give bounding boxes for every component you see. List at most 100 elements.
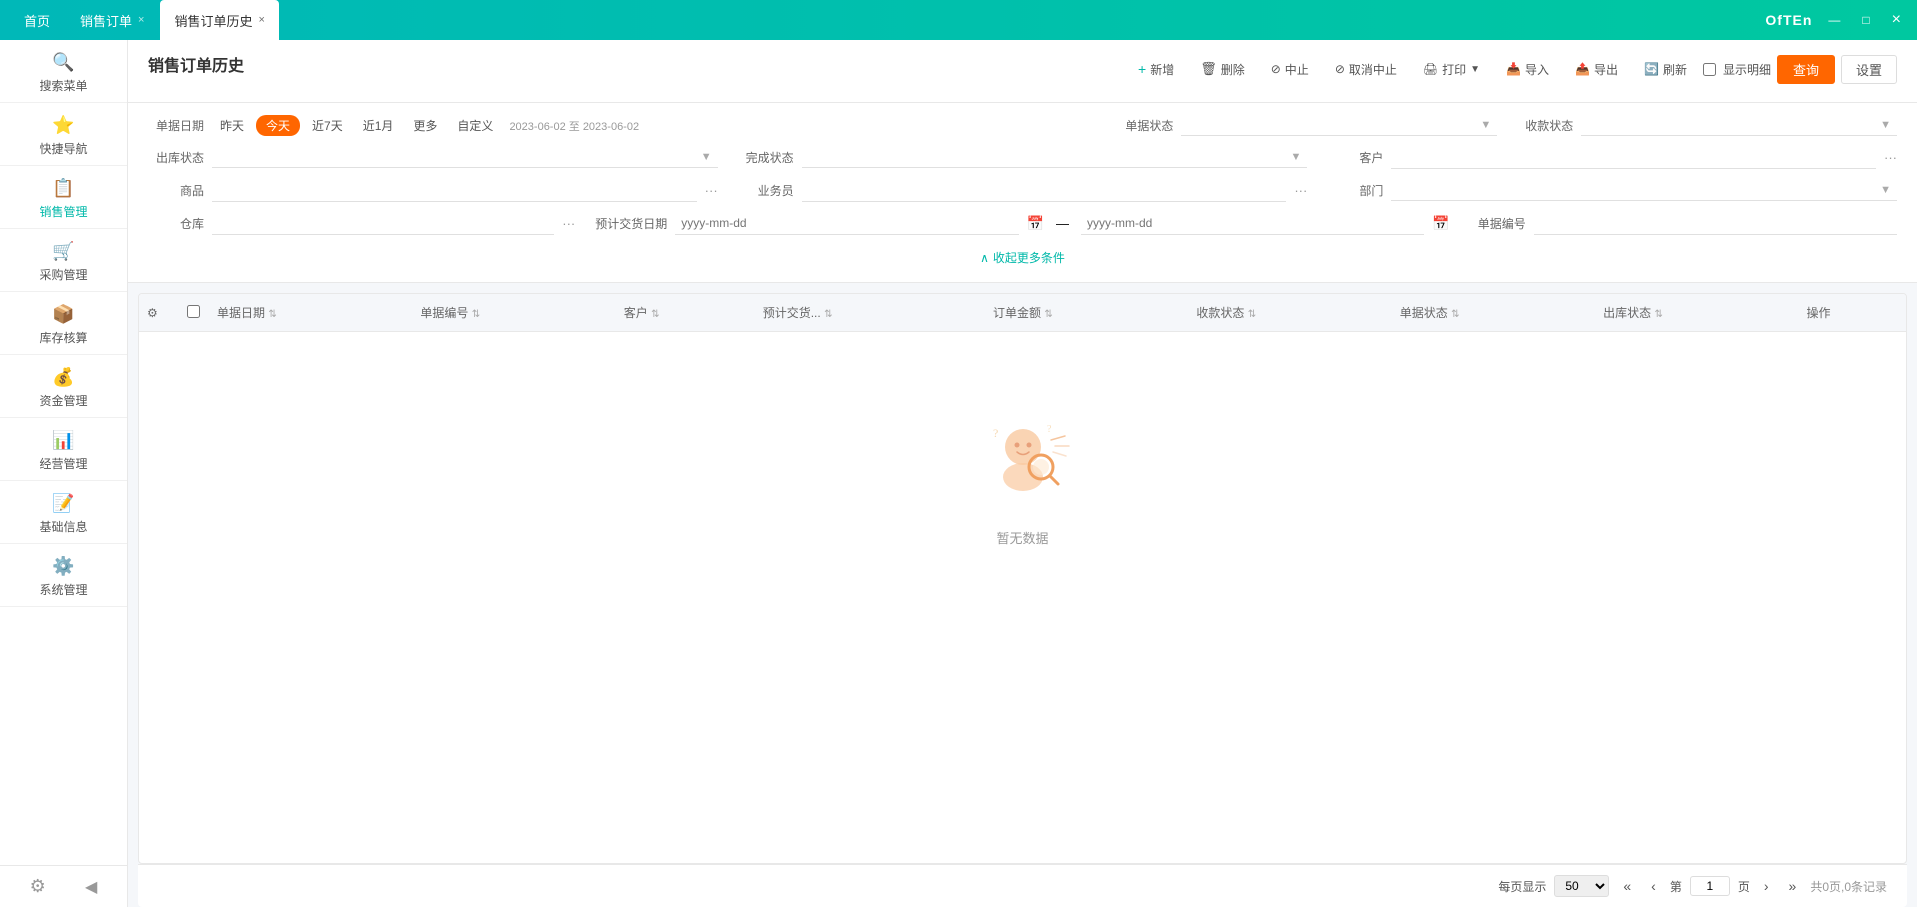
order-no-input[interactable] <box>1534 212 1897 235</box>
th-order-status[interactable]: 单据状态 ⇅ <box>1392 294 1595 332</box>
filter-row-3: 商品 ··· 业务员 ··· 部门 ▼ <box>148 179 1897 202</box>
goods-input[interactable] <box>212 179 697 202</box>
export-icon: 📤 <box>1575 62 1590 76</box>
out-status-arrow: ▼ <box>701 151 712 163</box>
th-order-no[interactable]: 单据编号 ⇅ <box>412 294 615 332</box>
import-icon: 📥 <box>1506 62 1521 76</box>
date-more[interactable]: 更多 <box>405 115 445 136</box>
warehouse-dots[interactable]: ··· <box>562 216 575 231</box>
salesperson-label: 业务员 <box>738 182 794 199</box>
print-btn[interactable]: 🖨 打印 ▼ <box>1413 57 1490 82</box>
salesperson-dots[interactable]: ··· <box>1294 183 1307 198</box>
prev-page-btn[interactable]: ‹ <box>1645 876 1662 896</box>
cancel-stop-btn[interactable]: ⊘ 取消中止 <box>1325 57 1407 82</box>
th-actions-label: 操作 <box>1807 306 1831 320</box>
dept-select[interactable]: ▼ <box>1391 180 1897 201</box>
sort-payment-status-icon: ⇅ <box>1248 309 1256 320</box>
empty-state: ? ? 暂无数据 <box>139 332 1906 627</box>
export-btn[interactable]: 📤 导出 <box>1565 57 1628 82</box>
refresh-btn[interactable]: 🔄 刷新 <box>1634 57 1697 82</box>
date-today[interactable]: 今天 <box>256 115 300 136</box>
top-bar: 首页 销售订单 × 销售订单历史 × OfTEn — □ × <box>0 0 1917 40</box>
tab-sales-order-history[interactable]: 销售订单历史 × <box>160 0 278 40</box>
sidebar-item-inventory-check[interactable]: 📦 库存核算 <box>0 292 127 355</box>
sidebar-item-search-menu[interactable]: 🔍 搜索菜单 <box>0 40 127 103</box>
sidebar-item-inventory-label: 库存核算 <box>39 329 87 346</box>
date-7days[interactable]: 近7天 <box>304 115 351 136</box>
calendar-icon-end[interactable]: 📅 <box>1432 215 1449 232</box>
sidebar-collapse-icon[interactable]: ◀ <box>85 877 97 897</box>
th-checkbox[interactable] <box>179 294 209 332</box>
salesperson-input[interactable] <box>802 179 1287 202</box>
maximize-btn[interactable]: □ <box>1856 13 1875 27</box>
sort-date-icon: ⇅ <box>268 309 276 320</box>
th-customer[interactable]: 客户 ⇅ <box>616 294 755 332</box>
sidebar-item-basic-info[interactable]: 📝 基础信息 <box>0 481 127 544</box>
export-label: 导出 <box>1594 61 1618 78</box>
cancel-stop-label: 取消中止 <box>1349 61 1397 78</box>
sidebar-item-sales-label: 销售管理 <box>39 203 87 220</box>
th-expected-date-label: 预计交货... <box>763 306 821 320</box>
sidebar-item-purchase-mgmt[interactable]: 🛒 采购管理 <box>0 229 127 292</box>
expected-date-end[interactable] <box>1081 212 1424 235</box>
delete-btn[interactable]: 🗑 删除 <box>1190 57 1255 82</box>
page-num-input[interactable] <box>1690 876 1730 896</box>
sidebar-item-operations-label: 经营管理 <box>39 455 87 472</box>
sidebar-item-operations[interactable]: 📊 经营管理 <box>0 418 127 481</box>
out-status-select[interactable]: ▼ <box>212 147 718 168</box>
last-page-btn[interactable]: » <box>1783 876 1803 896</box>
customer-input[interactable] <box>1391 146 1876 169</box>
next-page-btn[interactable]: › <box>1758 876 1775 896</box>
goods-dots[interactable]: ··· <box>705 183 718 198</box>
date-yesterday[interactable]: 昨天 <box>212 115 252 136</box>
page-size-select[interactable]: 10 20 50 100 <box>1554 875 1609 897</box>
th-expected-date[interactable]: 预计交货... ⇅ <box>755 294 985 332</box>
sidebar-settings-icon[interactable]: ⚙ <box>30 876 46 897</box>
operations-icon: 📊 <box>52 430 74 451</box>
th-settings[interactable]: ⚙ <box>139 294 179 332</box>
close-history-tab[interactable]: × <box>258 14 264 26</box>
customer-dots[interactable]: ··· <box>1884 150 1897 165</box>
filter-date: 单据日期 昨天 今天 近7天 近1月 更多 自定义 2023-06-02 至 2… <box>148 115 1097 136</box>
display-toggle[interactable]: 显示明细 <box>1703 61 1771 78</box>
complete-status-select[interactable]: ▼ <box>802 147 1308 168</box>
settings-icon[interactable]: ⚙ <box>147 306 158 320</box>
first-page-btn[interactable]: « <box>1617 876 1637 896</box>
minimize-btn[interactable]: — <box>1822 13 1846 27</box>
payment-status-select[interactable]: ▼ <box>1581 115 1897 136</box>
import-btn[interactable]: 📥 导入 <box>1496 57 1559 82</box>
page-label: 第 <box>1670 878 1682 895</box>
th-amount[interactable]: 订单金额 ⇅ <box>985 294 1188 332</box>
tab-home[interactable]: 首页 <box>10 0 64 40</box>
query-btn[interactable]: 查询 <box>1777 55 1835 84</box>
collapse-row[interactable]: ∧ 收起更多条件 <box>148 245 1897 270</box>
display-toggle-checkbox[interactable] <box>1703 63 1716 76</box>
filter-out-status: 出库状态 ▼ <box>148 147 718 168</box>
calendar-icon-start[interactable]: 📅 <box>1027 215 1044 232</box>
th-date[interactable]: 单据日期 ⇅ <box>209 294 412 332</box>
th-out-status[interactable]: 出库状态 ⇅ <box>1595 294 1798 332</box>
sidebar-item-sales-mgmt[interactable]: 📋 销售管理 <box>0 166 127 229</box>
fund-icon: 💰 <box>52 367 74 388</box>
sidebar-item-quick-nav[interactable]: ⭐ 快捷导航 <box>0 103 127 166</box>
date-1month[interactable]: 近1月 <box>355 115 402 136</box>
sidebar-item-system-mgmt[interactable]: ⚙️ 系统管理 <box>0 544 127 607</box>
sidebar-item-fund-mgmt[interactable]: 💰 资金管理 <box>0 355 127 418</box>
select-all-checkbox[interactable] <box>187 305 200 318</box>
close-sales-order-tab[interactable]: × <box>138 14 144 26</box>
warehouse-input[interactable] <box>212 212 554 235</box>
filter-warehouse: 仓库 ··· <box>148 212 575 235</box>
total-records: 共0页,0条记录 <box>1810 878 1887 895</box>
tab-sales-order[interactable]: 销售订单 × <box>66 0 158 40</box>
date-custom[interactable]: 自定义 <box>449 115 501 136</box>
page-unit: 页 <box>1738 878 1750 895</box>
new-btn[interactable]: + 新增 <box>1128 57 1184 82</box>
th-payment-status[interactable]: 收款状态 ⇅ <box>1188 294 1391 332</box>
tab-bar: 首页 销售订单 × 销售订单历史 × <box>10 0 279 40</box>
expected-date-start[interactable] <box>675 212 1018 235</box>
close-app-btn[interactable]: × <box>1886 11 1907 29</box>
stop-btn[interactable]: ⊘ 中止 <box>1261 57 1319 82</box>
sidebar-item-fund-label: 资金管理 <box>39 392 87 409</box>
order-status-select[interactable]: ▼ <box>1181 115 1497 136</box>
settings-btn[interactable]: 设置 <box>1841 55 1897 84</box>
